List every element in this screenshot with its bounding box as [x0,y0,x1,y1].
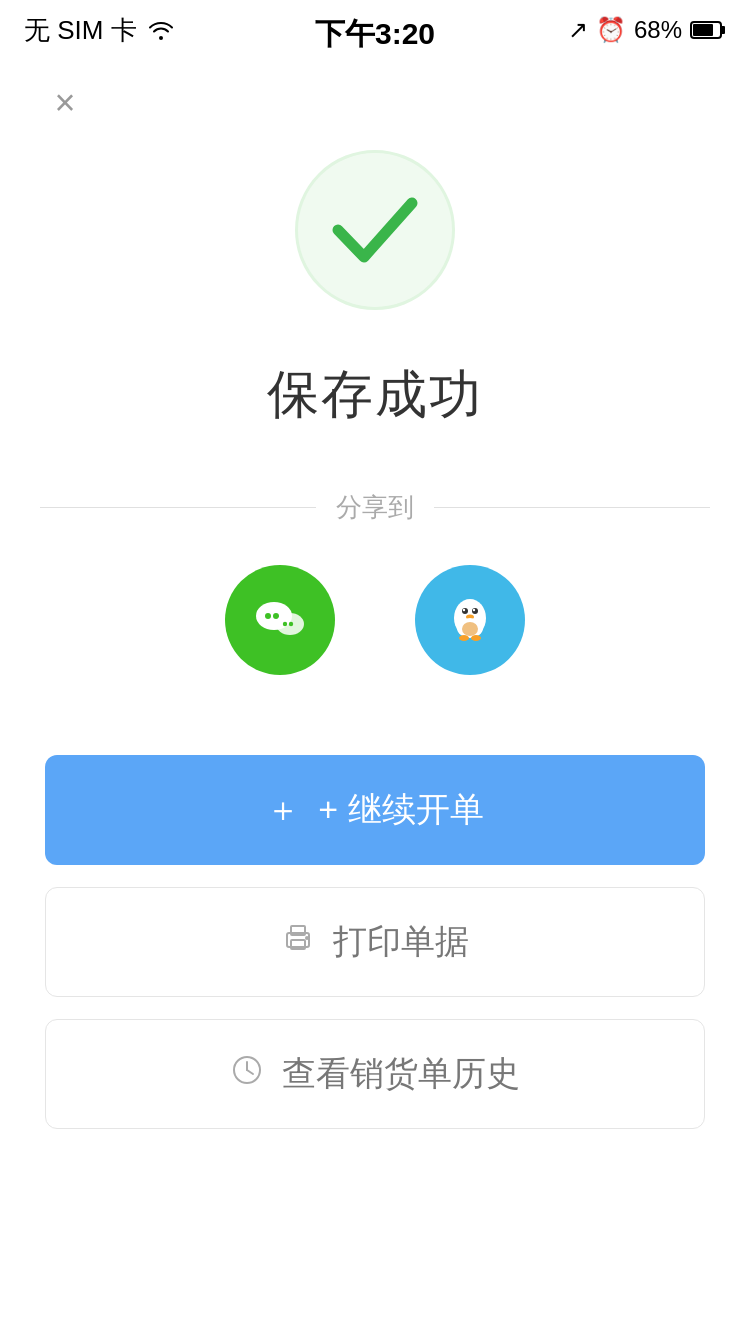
svg-point-4 [265,613,271,619]
close-icon: × [54,85,75,121]
carrier-text: 无 SIM 卡 [24,13,137,48]
clock-icon [230,1053,264,1095]
print-button[interactable]: 打印单据 [45,887,705,997]
plus-icon: ＋ [266,787,300,833]
continue-button[interactable]: ＋ + 继续开单 [45,755,705,865]
svg-line-26 [247,1070,253,1074]
share-label: 分享到 [316,490,434,525]
history-label: 查看销货单历史 [282,1051,520,1097]
battery-icon [690,20,726,40]
share-section: 分享到 [0,490,750,675]
status-time: 下午3:20 [315,14,435,55]
battery-text: 68% [634,16,682,44]
svg-point-12 [472,608,478,614]
alarm-icon: ⏰ [596,16,626,44]
wechat-share-button[interactable] [225,565,335,675]
svg-point-17 [462,622,478,636]
main-content: 保存成功 分享到 [0,60,750,1129]
status-carrier: 无 SIM 卡 [24,13,175,48]
svg-rect-1 [721,26,725,34]
svg-point-5 [273,613,279,619]
svg-point-13 [462,608,464,610]
svg-point-11 [462,608,468,614]
qq-share-button[interactable] [415,565,525,675]
checkmark-icon [330,195,420,265]
svg-point-23 [305,936,309,940]
svg-point-14 [472,608,474,610]
svg-point-18 [459,635,469,641]
share-icons [0,565,750,675]
share-line-right [434,507,710,508]
status-bar: 无 SIM 卡 下午3:20 ↗ ⏰ 68% [0,0,750,60]
print-label: 打印单据 [333,919,469,965]
printer-icon [281,921,315,963]
wechat-icon [248,588,313,653]
location-icon: ↗ [568,16,588,44]
svg-point-7 [282,621,286,625]
history-button[interactable]: 查看销货单历史 [45,1019,705,1129]
share-line-left [40,507,316,508]
svg-point-19 [471,635,481,641]
share-divider: 分享到 [0,490,750,525]
svg-point-8 [288,621,292,625]
success-title: 保存成功 [267,360,483,430]
qq-icon [438,588,503,653]
wifi-icon [147,20,175,40]
action-buttons: ＋ + 继续开单 打印单据 [45,755,705,1129]
svg-rect-2 [693,24,713,36]
success-circle [295,150,455,310]
close-button[interactable]: × [40,78,90,128]
status-right: ↗ ⏰ 68% [568,16,726,44]
continue-label: + 继续开单 [318,787,483,833]
